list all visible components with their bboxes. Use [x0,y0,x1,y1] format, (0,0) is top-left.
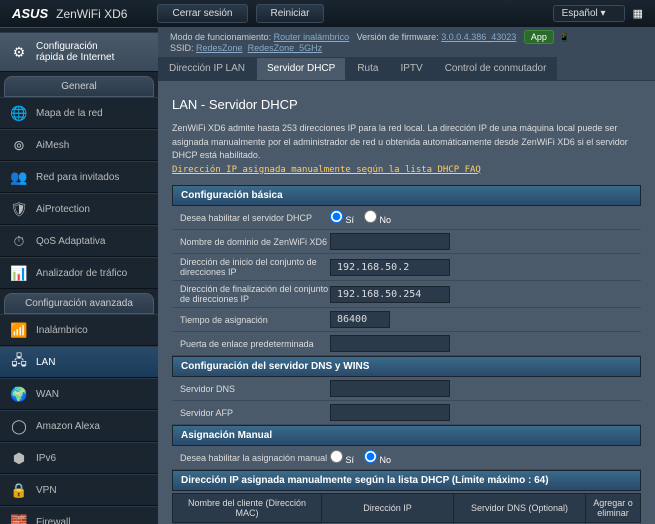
mode-label: Modo de funcionamiento: [170,32,271,42]
input-pool-start[interactable] [330,259,450,276]
sidebar-item-firewall[interactable]: 🧱Firewall [0,506,158,524]
radio-dhcp-no[interactable]: No [364,210,391,225]
label-enable-manual: Desea habilitar la asignación manual [180,453,330,463]
panel-title: LAN - Servidor DHCP [172,91,641,118]
label-afp: Servidor AFP [180,408,330,418]
sidebar-item-qos[interactable]: ⏱QoS Adaptativa [0,225,158,257]
input-gateway[interactable] [330,335,450,352]
sidebar-item-ipv6[interactable]: ⬢IPv6 [0,442,158,474]
brand-logo: ASUS [12,6,48,21]
firmware-link[interactable]: 3.0.0.4.386_43023 [441,32,516,42]
tab-iptv[interactable]: IPTV [389,57,433,80]
flag-icon: ▦ [633,7,643,20]
panel-desc: ZenWiFi XD6 admite hasta 253 direcciones… [172,122,641,177]
sidebar: ⚙ Configuraciónrápida de Internet Genera… [0,0,158,524]
sidebar-section-general: General [4,76,154,97]
sidebar-section-advanced: Configuración avanzada [4,293,154,314]
users-icon: 👥 [10,168,28,186]
input-domain[interactable] [330,233,450,250]
chart-icon: 📊 [10,264,28,282]
th-dns: Servidor DNS (Optional) [453,494,585,523]
sidebar-item-lan[interactable]: 🖧LAN [0,346,158,378]
mesh-icon: ⊚ [10,136,28,154]
tab-bar: Dirección IP LAN Servidor DHCP Ruta IPTV… [158,57,655,81]
mobile-icon: 📱 [556,32,570,42]
wifi-icon: 📶 [10,321,28,339]
reboot-button[interactable]: Reiniciar [256,4,325,23]
sidebar-item-guest[interactable]: 👥Red para invitados [0,161,158,193]
label-pool-start: Dirección de inicio del conjunto de dire… [180,257,330,277]
input-lease[interactable] [330,311,390,328]
sidebar-item-aiprotection[interactable]: 🛡AiProtection [0,193,158,225]
label-domain: Nombre de dominio de ZenWiFi XD6 [180,237,330,247]
section-dns: Configuración del servidor DNS y WINS [172,356,641,377]
ssid1-link[interactable]: RedesZone [196,43,243,53]
label-pool-end: Dirección de finalización del conjunto d… [180,284,330,304]
vpn-icon: 🔒 [10,481,28,499]
sidebar-item-aimesh[interactable]: ⊚AiMesh [0,129,158,161]
tab-route[interactable]: Ruta [346,57,389,80]
language-select[interactable]: Español ▾ [553,5,625,22]
firewall-icon: 🧱 [10,513,28,524]
section-list: Dirección IP asignada manualmente según … [172,470,641,491]
th-ip: Dirección IP [322,494,454,523]
lan-icon: 🖧 [10,353,28,371]
manual-table: Nombre del cliente (Dirección MAC) Direc… [172,493,641,524]
tab-lan-ip[interactable]: Dirección IP LAN [158,57,256,80]
wan-icon: 🌍 [10,385,28,403]
ipv6-icon: ⬢ [10,449,28,467]
main-content: Modo de funcionamiento: Router inalámbri… [158,0,655,524]
label-lease: Tiempo de asignación [180,315,330,325]
globe-icon: 🌐 [10,104,28,122]
ssid-label: SSID: [170,43,194,53]
speedometer-icon: ⏱ [10,232,28,250]
section-manual: Asignación Manual [172,425,641,446]
radio-dhcp-yes[interactable]: Sí [330,210,354,225]
label-gateway: Puerta de enlace predeterminada [180,339,330,349]
mode-link[interactable]: Router inalámbrico [274,32,350,42]
sidebar-item-alexa[interactable]: ◯Amazon Alexa [0,410,158,442]
input-pool-end[interactable] [330,286,450,303]
fw-label: Versión de firmware: [357,32,439,42]
radio-manual-yes[interactable]: Sí [330,450,354,465]
faq-link[interactable]: Dirección IP asignada manualmente según … [172,165,481,175]
th-action: Agregar o eliminar [586,494,641,523]
shield-icon: 🛡 [10,200,28,218]
sidebar-item-vpn[interactable]: 🔒VPN [0,474,158,506]
sidebar-item-wan[interactable]: 🌍WAN [0,378,158,410]
model-name: ZenWiFi XD6 [56,7,127,21]
tab-dhcp[interactable]: Servidor DHCP [256,57,346,80]
alexa-icon: ◯ [10,417,28,435]
sidebar-item-network-map[interactable]: 🌐Mapa de la red [0,97,158,129]
input-afp[interactable] [330,404,450,421]
sidebar-item-traffic[interactable]: 📊Analizador de tráfico [0,257,158,289]
tab-switch[interactable]: Control de conmutador [434,57,558,80]
app-badge[interactable]: App [524,30,554,44]
sidebar-item-wireless[interactable]: 📶Inalámbrico [0,314,158,346]
label-dns: Servidor DNS [180,384,330,394]
th-mac: Nombre del cliente (Dirección MAC) [173,494,322,523]
ssid2-link[interactable]: RedesZone_5GHz [248,43,323,53]
radio-manual-no[interactable]: No [364,450,391,465]
label-enable-dhcp: Desea habilitar el servidor DHCP [180,213,330,223]
sidebar-quick-setup[interactable]: ⚙ Configuraciónrápida de Internet [0,32,158,72]
input-dns[interactable] [330,380,450,397]
logout-button[interactable]: Cerrar sesión [157,4,247,23]
gear-icon: ⚙ [10,43,28,61]
section-basic: Configuración básica [172,185,641,206]
